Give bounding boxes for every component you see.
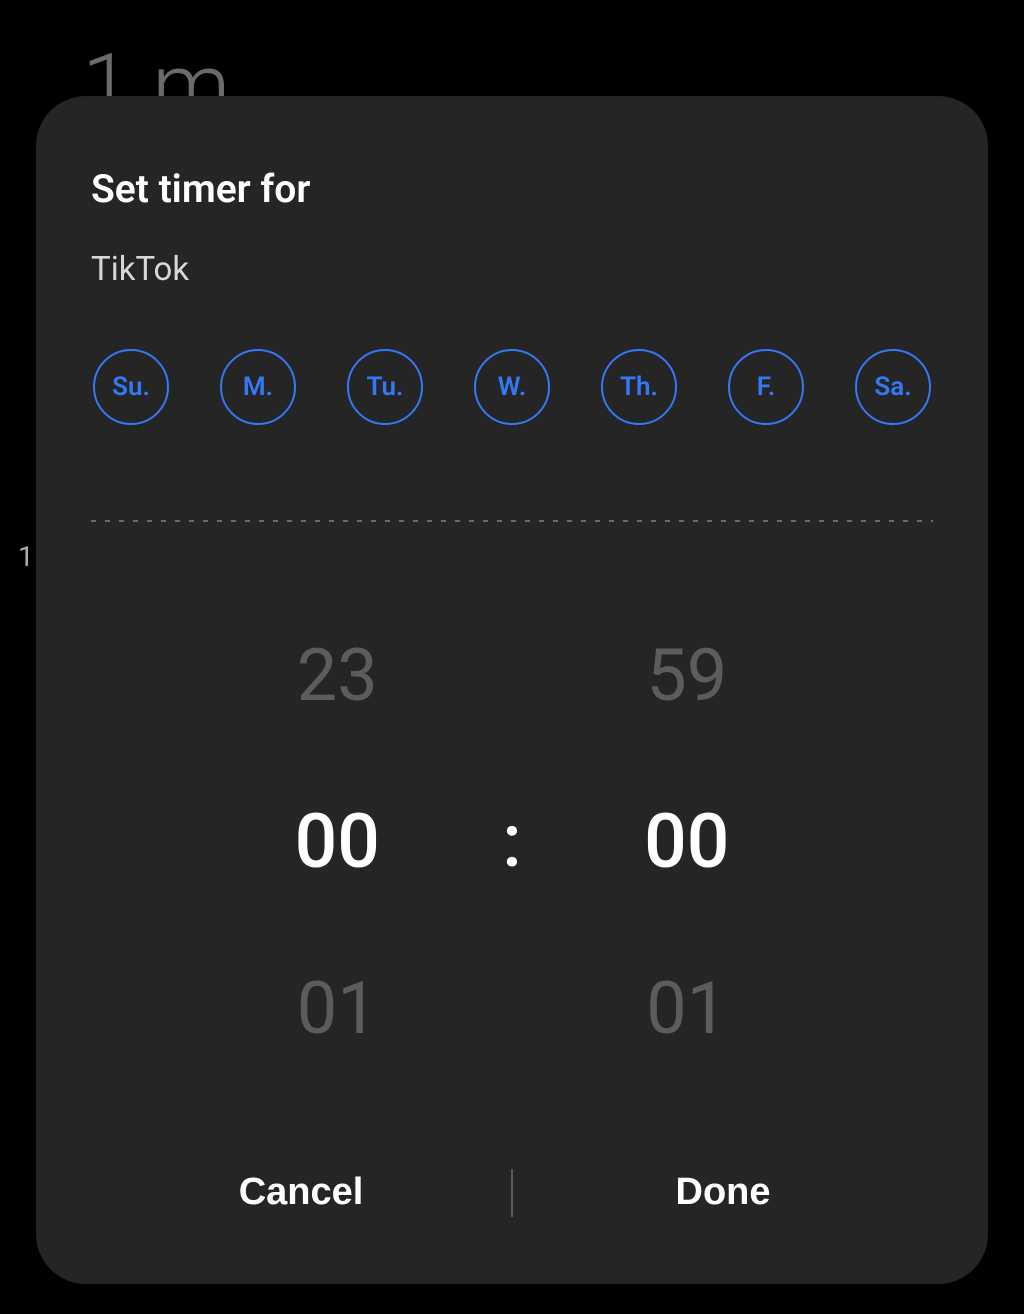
day-chip-friday[interactable]: F. <box>728 349 804 425</box>
day-chip-monday[interactable]: M. <box>220 349 296 425</box>
day-chip-saturday[interactable]: Sa. <box>855 349 931 425</box>
hours-prev-value: 23 <box>297 633 378 718</box>
time-picker: 23 00 01 : 59 00 01 <box>91 552 933 1131</box>
minutes-prev-value: 59 <box>646 633 727 718</box>
done-button[interactable]: Done <box>513 1159 933 1226</box>
cancel-button[interactable]: Cancel <box>91 1159 511 1226</box>
dialog-title: Set timer for <box>91 166 933 212</box>
hours-column[interactable]: 23 00 01 <box>237 633 437 1051</box>
background-side-number: 1 <box>18 540 34 573</box>
minutes-column[interactable]: 59 00 01 <box>587 633 787 1051</box>
day-chip-wednesday[interactable]: W. <box>474 349 550 425</box>
time-separator: : <box>502 798 522 885</box>
dialog-button-row: Cancel Done <box>91 1131 933 1254</box>
day-chip-tuesday[interactable]: Tu. <box>347 349 423 425</box>
dialog-app-name: TikTok <box>91 250 933 289</box>
hours-current-value: 00 <box>295 798 380 886</box>
minutes-next-value: 01 <box>646 966 727 1051</box>
dotted-divider <box>91 520 933 522</box>
set-timer-dialog: Set timer for TikTok Su. M. Tu. W. Th. F… <box>36 96 988 1284</box>
day-chip-thursday[interactable]: Th. <box>601 349 677 425</box>
days-selector-row: Su. M. Tu. W. Th. F. Sa. <box>91 349 933 425</box>
day-chip-sunday[interactable]: Su. <box>93 349 169 425</box>
minutes-current-value: 00 <box>644 798 729 886</box>
hours-next-value: 01 <box>297 966 378 1051</box>
